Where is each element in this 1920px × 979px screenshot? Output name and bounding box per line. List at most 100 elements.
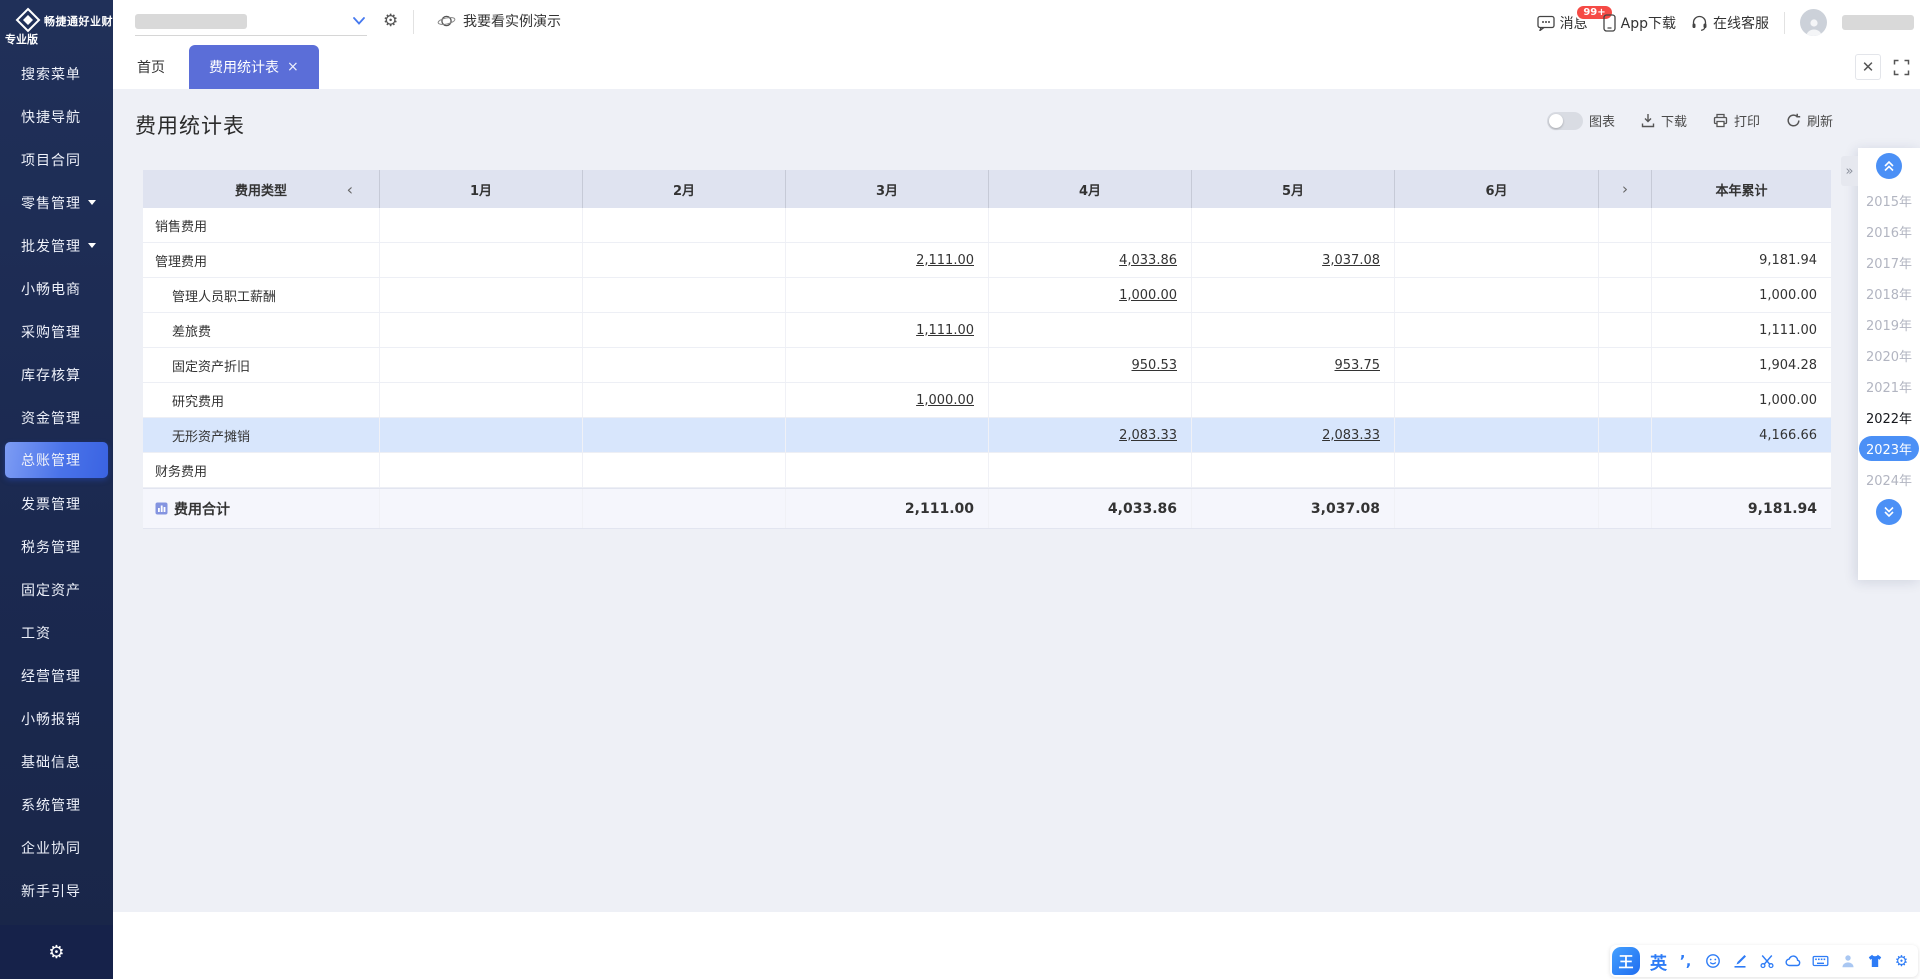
month-value-link[interactable]: 2,083.33 [1119,428,1177,443]
nav-arrow-spacer-cell [1599,453,1652,487]
sidebar-item[interactable]: 工资 [0,611,113,654]
sidebar-item[interactable]: 资金管理 [0,396,113,439]
sidebar-item[interactable]: 基础信息 [0,740,113,783]
month-value-cell: 2,111.00 [786,489,989,528]
ime-language-mode[interactable]: 英 [1650,949,1667,974]
cloud-icon[interactable] [1785,953,1802,970]
ime-logo[interactable]: 王 [1612,947,1640,975]
month-value-link[interactable]: 2,083.33 [1322,428,1380,443]
month-value-cell [786,208,989,242]
sidebar-item[interactable]: 系统管理 [0,783,113,826]
ime-settings-gear-icon[interactable]: ⚙ [1893,952,1910,970]
sidebar-item[interactable]: 小畅报销 [0,697,113,740]
tab-active[interactable]: 费用统计表 × [189,45,319,89]
month-value-link[interactable]: 2,111.00 [916,253,974,268]
column-header-label: 费用类型 [234,183,287,199]
year-item[interactable]: 2020年 [1866,340,1912,371]
avatar[interactable] [1800,9,1827,36]
year-item[interactable]: 2024年 [1866,464,1912,495]
screenshot-scissors-icon[interactable] [1758,953,1775,970]
sidebar-item[interactable]: 批发管理 [0,224,113,267]
month-value-link[interactable]: 950.53 [1132,358,1178,373]
support-button[interactable]: 在线客服 [1691,13,1769,33]
collapse-panel-button[interactable]: » [1841,156,1858,186]
month-value-link[interactable]: 4,033.86 [1119,253,1177,268]
sidebar-item[interactable]: 税务管理 [0,525,113,568]
refresh-button[interactable]: 刷新 [1786,111,1833,130]
report-toolbar: 图表 下载 打印 刷新 [1546,111,1833,130]
sidebar-item[interactable]: 搜索菜单 [0,52,113,95]
month-value-link[interactable]: 1,000.00 [916,393,974,408]
sidebar-item[interactable]: 新手引导 [0,869,113,912]
sidebar-item[interactable]: 总账管理 [5,442,108,478]
settings-gear-icon[interactable]: ⚙ [48,942,64,963]
punctuation-icon[interactable]: ’‚ [1677,952,1694,970]
month-value-cell [583,383,786,417]
month-value-cell [583,243,786,277]
month-value-cell [583,313,786,347]
sidebar-item[interactable]: 项目合同 [0,138,113,181]
year-item[interactable]: 2015年 [1866,185,1912,216]
expense-type-label: 管理费用 [155,254,208,270]
gear-icon[interactable]: ⚙ [383,11,398,31]
chart-toggle[interactable]: 图表 [1546,111,1615,130]
month-value-cell [1192,208,1395,242]
month-value-link[interactable]: 1,000.00 [1119,288,1177,303]
emoji-icon[interactable] [1704,953,1721,970]
month-value-cell [1192,278,1395,312]
year-label: 2015年 [1865,195,1913,210]
sidebar-item[interactable]: 发票管理 [0,482,113,525]
year-item[interactable]: 2016年 [1866,216,1912,247]
topbar-right: 消息 99+ App下载 在线客服 [1536,0,1914,45]
year-item[interactable]: 2018年 [1866,278,1912,309]
keyboard-icon[interactable] [1812,953,1829,970]
account-icon[interactable] [1839,953,1856,970]
close-icon[interactable]: ✕ [1855,54,1881,80]
sidebar-item[interactable]: 采购管理 [0,310,113,353]
handwriting-icon[interactable] [1731,953,1748,970]
sidebar-item[interactable]: 固定资产 [0,568,113,611]
sidebar-item[interactable]: 零售管理 [0,181,113,224]
fullscreen-icon[interactable] [1893,59,1910,76]
chart-toggle-switch[interactable] [1546,111,1583,130]
month-value-link[interactable]: 1,111.00 [916,323,974,338]
sidebar-item[interactable]: 企业协同 [0,826,113,869]
download-button[interactable]: 下载 [1641,111,1687,130]
headset-icon [1692,15,1707,31]
year-item[interactable]: 2019年 [1866,309,1912,340]
print-button[interactable]: 打印 [1713,111,1760,130]
scroll-years-down-button[interactable] [1876,499,1902,525]
month-value-cell [583,278,786,312]
year-item[interactable]: 2022年 [1866,402,1912,433]
month-value-cell: 1,111.00 [786,313,989,347]
messages-button[interactable]: 消息 99+ [1536,3,1614,33]
double-chevron-up-icon [1884,160,1894,172]
tab-home[interactable]: 首页 [113,45,189,89]
year-item[interactable]: 2017年 [1866,247,1912,278]
month-value-link[interactable]: 3,037.08 [1322,253,1380,268]
table-row: 固定资产折旧 950.53 953.75 1,904.28 [143,348,1831,383]
tab-label: 首页 [137,60,165,76]
sidebar-item[interactable]: 库存核算 [0,353,113,396]
year-item-selected[interactable]: 2023年 [1858,433,1920,464]
sidebar-item[interactable]: 经营管理 [0,654,113,697]
app-download-button[interactable]: App下载 [1602,13,1676,33]
prev-months-arrow[interactable]: ‹ [347,180,353,199]
skin-shirt-icon[interactable] [1866,953,1883,970]
year-item[interactable]: 2021年 [1866,371,1912,402]
demo-link[interactable]: 我要看实例演示 [437,11,561,31]
sidebar: 畅捷通好业财 专业版 搜索菜单 快捷导航 项目合同 零售管理 批发管理 小畅电商 采购管理库… [0,0,113,979]
next-months-arrow[interactable]: › [1599,170,1652,208]
sidebar-item[interactable]: 小畅电商 [0,267,113,310]
month-value-link[interactable]: 953.75 [1335,358,1381,373]
sidebar-item[interactable]: 快捷导航 [0,95,113,138]
month-value-cell [989,383,1192,417]
scroll-years-up-button[interactable] [1876,153,1902,179]
nav-arrow-spacer-cell [1599,208,1652,242]
year-label: 2024年 [1865,474,1913,489]
tab-close-icon[interactable]: × [287,59,299,75]
year-panel: » 2015年 2016年 2017年 2018年 2019年 2020年 2021年 202… [1841,148,1920,580]
nav-arrow-spacer-cell [1599,418,1652,452]
month-value-cell [1395,313,1599,347]
company-selector[interactable] [135,8,367,36]
